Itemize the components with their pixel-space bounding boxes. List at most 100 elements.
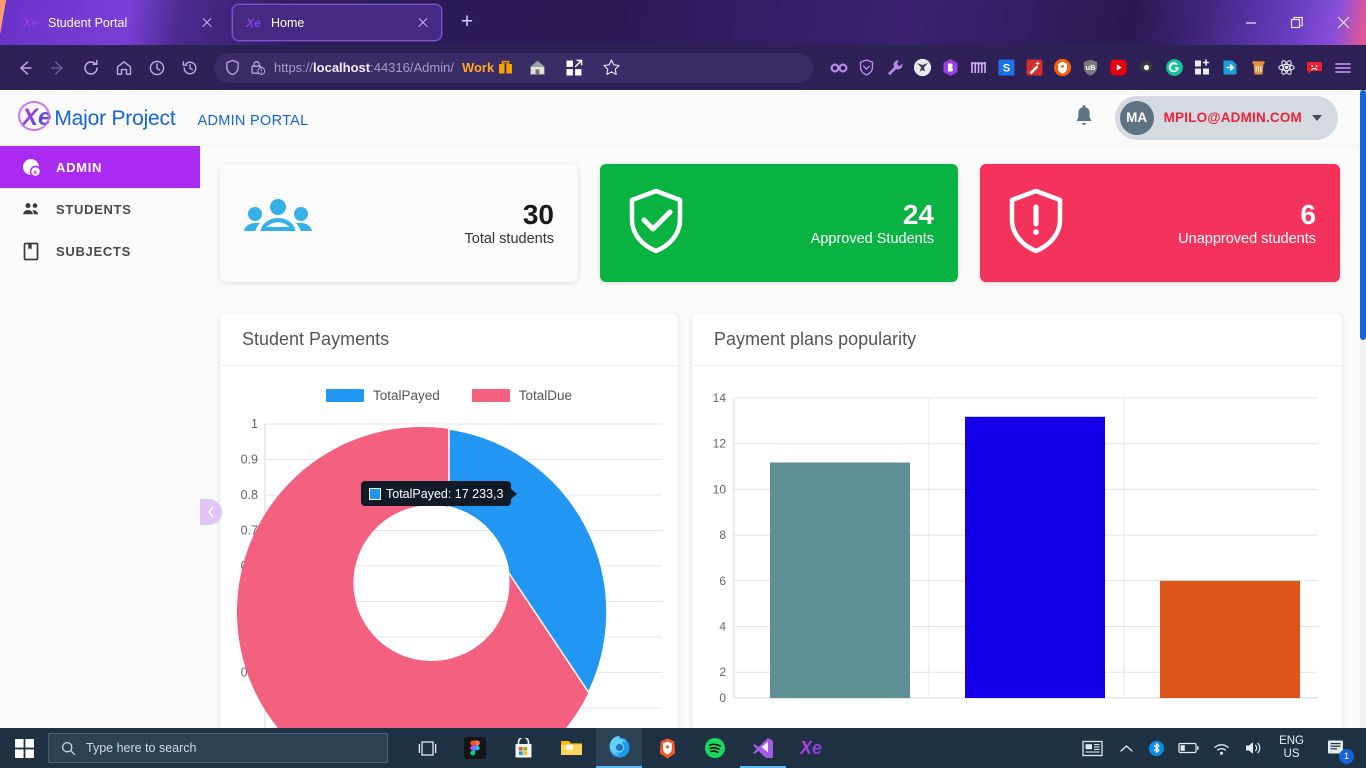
- bar-2: [965, 417, 1105, 698]
- search-placeholder: Type here to search: [86, 741, 196, 755]
- bell-icon[interactable]: [1071, 104, 1097, 132]
- tab-strip: Xe Student Portal Xe Home +: [0, 0, 1366, 45]
- bar-chart: 14 12 10 8 6 4 2 0: [692, 366, 1342, 728]
- wrench-icon[interactable]: [881, 54, 908, 82]
- language-indicator[interactable]: ENG US: [1271, 728, 1312, 768]
- address-bar[interactable]: https://localhost:44316/Admin/ Work: [214, 53, 813, 83]
- sidebar-item-students[interactable]: STUDENTS: [0, 188, 200, 230]
- sidebar-item-subjects[interactable]: SUBJECTS: [0, 230, 200, 272]
- export-blue-icon[interactable]: [1217, 54, 1244, 82]
- gear-icon[interactable]: [1133, 54, 1160, 82]
- work-profile-label: Work: [462, 60, 494, 75]
- menu-icon[interactable]: [1329, 54, 1356, 82]
- legend-item-totaldue[interactable]: TotalDue: [472, 388, 572, 403]
- ublock-icon[interactable]: uB: [1077, 54, 1104, 82]
- main-content: 30 Total students 24 Approved Students: [200, 146, 1360, 728]
- address-bar-actions: Work: [462, 53, 629, 83]
- youtube-icon[interactable]: [1105, 54, 1132, 82]
- chart-legend: TotalPayed TotalDue: [220, 366, 678, 409]
- grammarly-icon[interactable]: [1161, 54, 1188, 82]
- windows-start-icon[interactable]: [0, 728, 48, 768]
- restore-button[interactable]: [1274, 0, 1320, 45]
- user-menu[interactable]: MA MPILO@ADMIN.COM: [1115, 96, 1338, 140]
- home-extension-icon[interactable]: [522, 53, 552, 83]
- close-button[interactable]: [1320, 0, 1366, 45]
- show-hidden-icons-icon[interactable]: [1113, 728, 1139, 768]
- bug-red-icon[interactable]: [1301, 54, 1328, 82]
- shield-icon[interactable]: [224, 59, 241, 76]
- react-icon[interactable]: [1273, 54, 1300, 82]
- volume-icon[interactable]: [1239, 728, 1267, 768]
- reload-icon[interactable]: [76, 53, 106, 83]
- svg-text:0.9: 0.9: [241, 453, 258, 467]
- minimize-button[interactable]: [1228, 0, 1274, 45]
- figma-icon[interactable]: [452, 728, 498, 768]
- task-view-icon[interactable]: [404, 728, 450, 768]
- recent-history-icon[interactable]: [175, 53, 205, 83]
- hex-icon[interactable]: [937, 54, 964, 82]
- legend-label: TotalDue: [519, 388, 572, 403]
- add-grid-icon[interactable]: [1189, 54, 1216, 82]
- bluetooth-icon[interactable]: [1143, 728, 1169, 768]
- wifi-icon[interactable]: [1207, 728, 1235, 768]
- work-profile-chip[interactable]: Work: [462, 59, 518, 76]
- stat-card-total-students[interactable]: 30 Total students: [220, 164, 578, 282]
- svg-text:6: 6: [719, 574, 726, 588]
- stat-card-unapproved-students[interactable]: 6 Unapproved students: [980, 164, 1340, 282]
- shield-privacy-icon[interactable]: [853, 54, 880, 82]
- ruler-icon[interactable]: [965, 54, 992, 82]
- browser-tab-home[interactable]: Xe Home: [232, 4, 442, 41]
- xe-app-icon[interactable]: Xe: [788, 728, 834, 768]
- microsoft-store-icon[interactable]: [500, 728, 546, 768]
- legend-item-totalpayed[interactable]: TotalPayed: [326, 388, 440, 403]
- stat-label: Approved Students: [811, 231, 934, 247]
- sidebar-item-label: ADMIN: [56, 160, 102, 175]
- new-tab-button[interactable]: +: [455, 11, 479, 35]
- lock-warning-icon[interactable]: [249, 59, 266, 76]
- file-explorer-icon[interactable]: [548, 728, 594, 768]
- svg-text:0.8: 0.8: [241, 488, 258, 502]
- avatar: MA: [1120, 101, 1154, 135]
- notifications-icon[interactable]: 1: [1316, 728, 1356, 768]
- battery-icon[interactable]: [1173, 728, 1203, 768]
- user-email: MPILO@ADMIN.COM: [1164, 110, 1302, 125]
- chevron-down-icon[interactable]: [1312, 115, 1322, 121]
- header-actions: MA MPILO@ADMIN.COM: [1071, 96, 1338, 140]
- home-icon[interactable]: [109, 53, 139, 83]
- sidebar-toggle-icon[interactable]: [559, 53, 589, 83]
- close-icon[interactable]: [199, 15, 215, 31]
- bookmark-star-icon[interactable]: [596, 53, 626, 83]
- wand-red-icon[interactable]: [1021, 54, 1048, 82]
- infinity-icon[interactable]: [825, 54, 852, 82]
- brand-logo[interactable]: Xe Major Project ADMIN PORTAL: [22, 104, 309, 132]
- window-controls: [1228, 0, 1366, 45]
- brave-lion-icon[interactable]: [1049, 54, 1076, 82]
- page-scrollbar-thumb[interactable]: [1360, 90, 1366, 340]
- brave-icon[interactable]: [644, 728, 690, 768]
- stat-card-approved-students[interactable]: 24 Approved Students: [600, 164, 958, 282]
- svg-text:1: 1: [251, 417, 258, 431]
- history-clock-icon[interactable]: [142, 53, 172, 83]
- metamask-icon[interactable]: [909, 54, 936, 82]
- bar-1: [770, 463, 910, 699]
- bar-svg: 14 12 10 8 6 4 2 0: [692, 366, 1342, 728]
- forward-icon[interactable]: [43, 53, 73, 83]
- vscode-icon[interactable]: [740, 728, 786, 768]
- stat-value: 6: [1178, 199, 1316, 231]
- sidebar-item-admin[interactable]: e ADMIN: [0, 146, 200, 188]
- sidebar-collapse-button[interactable]: [200, 499, 222, 525]
- news-weather-icon[interactable]: [1075, 728, 1109, 768]
- browser-tab-student-portal[interactable]: Xe Student Portal: [10, 4, 225, 41]
- xe-logo-icon: Xe: [22, 14, 39, 31]
- svg-text:14: 14: [713, 391, 727, 405]
- search-input[interactable]: Type here to search: [48, 733, 388, 763]
- close-icon[interactable]: [415, 15, 431, 31]
- firefox-icon[interactable]: [596, 728, 642, 768]
- legend-swatch: [326, 389, 364, 402]
- trash-orange-icon[interactable]: [1245, 54, 1272, 82]
- spotify-icon[interactable]: [692, 728, 738, 768]
- s-blue-icon[interactable]: S: [993, 54, 1020, 82]
- sidebar: e ADMIN STUDENTS SUBJECTS: [0, 146, 200, 728]
- back-icon[interactable]: [10, 53, 40, 83]
- browser-chrome: Xe Student Portal Xe Home +: [0, 0, 1366, 90]
